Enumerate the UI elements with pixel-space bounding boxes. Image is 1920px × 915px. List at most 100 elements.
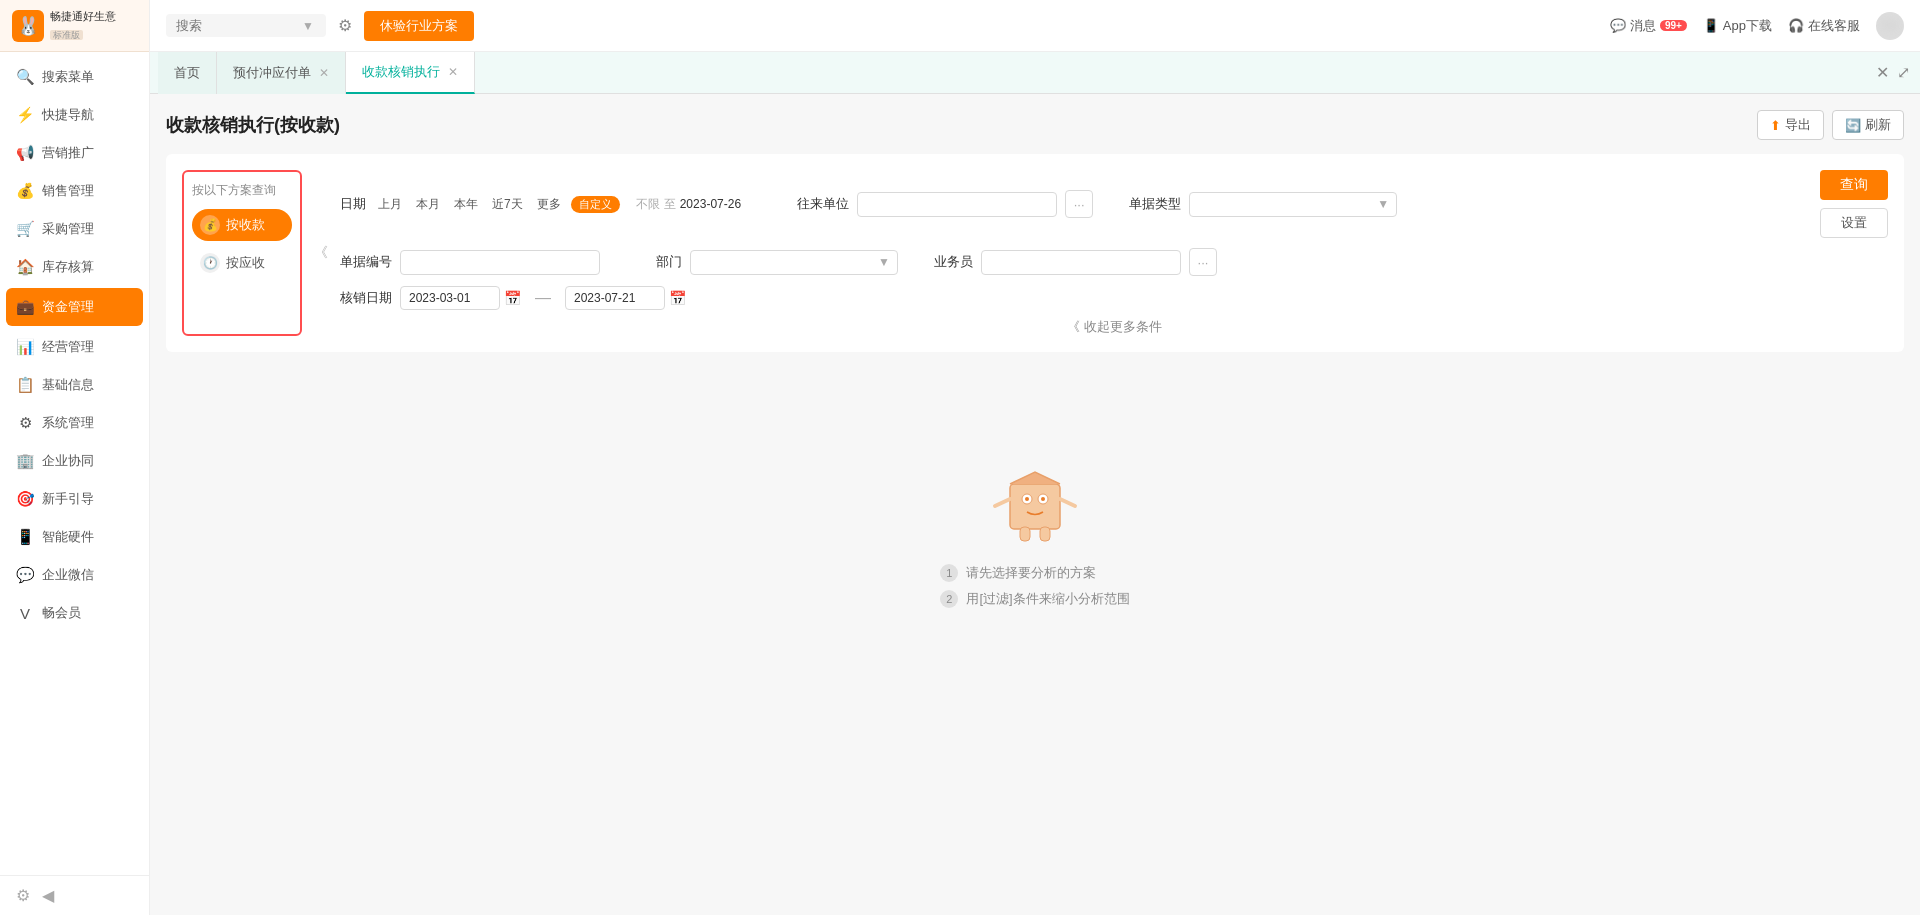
member-icon: V [16, 604, 34, 622]
svg-line-6 [1060, 499, 1075, 506]
sidebar-item-guide[interactable]: 🎯新手引导 [0, 480, 149, 518]
logo-icon: 🐰 [12, 10, 44, 42]
guide-icon: 🎯 [16, 490, 34, 508]
sidebar-item-basic-info[interactable]: 📋基础信息 [0, 366, 149, 404]
header-actions: ⬆ 导出 🔄 刷新 [1757, 110, 1904, 140]
filter-receipt-label: 按收款 [226, 216, 265, 234]
sidebar-item-marketing[interactable]: 📢 营销推广 [0, 134, 149, 172]
search-input[interactable] [176, 18, 296, 33]
smart-hw-icon: 📱 [16, 528, 34, 546]
tab-expand-btn[interactable]: ⤢ [1897, 63, 1910, 82]
dept-label: 部门 [656, 253, 682, 271]
content-area: 收款核销执行(按收款) ⬆ 导出 🔄 刷新 按以下方案查询 [150, 94, 1920, 915]
sidebar-item-quick-nav[interactable]: ⚡快捷导航 [0, 96, 149, 134]
staff-field: 业务员 ··· [934, 248, 1217, 276]
filter-option-by-receivable[interactable]: 🕐 按应收 [192, 247, 292, 279]
date-more-btn[interactable]: 更多 [533, 194, 565, 215]
export-label: 导出 [1785, 116, 1811, 134]
sidebar-item-member[interactable]: V畅会员 [0, 594, 149, 632]
marketing-icon: 📢 [16, 144, 34, 162]
user-avatar[interactable]: Rit [1876, 12, 1904, 40]
dept-input[interactable] [690, 250, 898, 275]
collapse-footer-icon[interactable]: ◀ [42, 886, 54, 905]
tabbar-right: ✕ ⤢ [1876, 63, 1920, 82]
staff-more-btn[interactable]: ··· [1189, 248, 1217, 276]
tab-prepay-conflict[interactable]: 预付冲应付单 ✕ [217, 52, 346, 94]
sidebar-item-system[interactable]: ⚙系统管理 [0, 404, 149, 442]
sidebar-item-finance[interactable]: 💼资金管理 [6, 288, 143, 326]
counterpart-more-btn[interactable]: ··· [1065, 190, 1093, 218]
sidebar-footer: ⚙ ◀ [0, 875, 149, 915]
date-last-month-btn[interactable]: 上月 [374, 194, 406, 215]
app-download-link[interactable]: 📱 App下载 [1703, 17, 1772, 35]
verify-date-end-cal-icon[interactable]: 📅 [669, 290, 686, 306]
sidebar-item-business[interactable]: 📊经营管理 [0, 328, 149, 366]
svg-point-3 [1025, 497, 1029, 501]
empty-tips: 1 请先选择要分析的方案 2 用[过滤]条件来缩小分析范围 [940, 564, 1129, 608]
enterprise-icon: 🏢 [16, 452, 34, 470]
refresh-btn[interactable]: 🔄 刷新 [1832, 110, 1904, 140]
notification-label: 消息 [1630, 17, 1656, 35]
date-this-month-btn[interactable]: 本月 [412, 194, 444, 215]
counterpart-input[interactable] [857, 192, 1057, 217]
search-chevron-icon: ▼ [302, 19, 314, 33]
industry-btn[interactable]: 休验行业方案 [364, 11, 474, 41]
sidebar-label-wechat-work: 企业微信 [42, 566, 94, 584]
svg-rect-0 [1010, 484, 1060, 529]
sidebar-item-smart-hw[interactable]: 📱智能硬件 [0, 518, 149, 556]
sidebar-item-sales[interactable]: 💰销售管理 [0, 172, 149, 210]
page-title: 收款核销执行(按收款) [166, 113, 340, 137]
tab-receivable-label: 收款核销执行 [362, 63, 440, 81]
staff-input[interactable] [981, 250, 1181, 275]
date-shortcuts: 上月 本月 本年 近7天 更多 自定义 [374, 194, 620, 215]
sidebar-label-search: 搜索菜单 [42, 68, 94, 86]
date-7days-btn[interactable]: 近7天 [488, 194, 527, 215]
search-group[interactable]: ▼ [166, 14, 326, 37]
gear-icon[interactable]: ⚙ [338, 16, 352, 35]
filter-option-by-receipt[interactable]: 💰 按收款 [192, 209, 292, 241]
filter-sidebar-title: 按以下方案查询 [192, 182, 292, 199]
collapse-filter-btn[interactable]: 《 [310, 170, 332, 336]
headset-icon: 🎧 [1788, 18, 1804, 33]
app-download-label: App下载 [1723, 17, 1772, 35]
quick-nav-icon: ⚡ [16, 106, 34, 124]
settings-btn[interactable]: 设置 [1820, 208, 1888, 238]
settings-footer-icon[interactable]: ⚙ [16, 886, 30, 905]
wechat-work-icon: 💬 [16, 566, 34, 584]
sidebar-label-marketing: 营销推广 [42, 144, 94, 162]
tab-receivable-close-icon[interactable]: ✕ [448, 65, 458, 79]
tab-close-all-btn[interactable]: ✕ [1876, 63, 1889, 82]
tab-home[interactable]: 首页 [158, 52, 217, 94]
sidebar-label-system: 系统管理 [42, 414, 94, 432]
verify-date-start-cal-icon[interactable]: 📅 [504, 290, 521, 306]
date-field: 日期 上月 本月 本年 近7天 更多 自定义 不限 至 [340, 194, 741, 215]
verify-date-start-input[interactable] [400, 286, 500, 310]
logo-name: 畅捷通好生意 [50, 9, 116, 23]
collapse-more-btn[interactable]: 《 收起更多条件 [1067, 318, 1162, 336]
sidebar-item-purchase[interactable]: 🛒采购管理 [0, 210, 149, 248]
dept-field: 部门 ▼ [656, 250, 898, 275]
sidebar-item-enterprise[interactable]: 🏢企业协同 [0, 442, 149, 480]
date-custom-badge[interactable]: 自定义 [571, 196, 620, 213]
sidebar-item-inventory[interactable]: 🏠库存核算 [0, 248, 149, 286]
query-btn[interactable]: 查询 [1820, 170, 1888, 200]
online-service-link[interactable]: 🎧 在线客服 [1788, 17, 1860, 35]
bill-type-field: 单据类型 ▼ [1129, 192, 1397, 217]
empty-state: 1 请先选择要分析的方案 2 用[过滤]条件来缩小分析范围 [166, 364, 1904, 648]
tab-receivable-writeoff[interactable]: 收款核销执行 ✕ [346, 52, 475, 94]
sidebar-label-business: 经营管理 [42, 338, 94, 356]
receivable-icon: 🕐 [200, 253, 220, 273]
verify-date-end-input[interactable] [565, 286, 665, 310]
tip-num-2: 2 [940, 590, 958, 608]
sidebar-item-search[interactable]: 🔍 搜索菜单 [0, 58, 149, 96]
bill-no-input[interactable] [400, 250, 600, 275]
tab-prepay-close-icon[interactable]: ✕ [319, 66, 329, 80]
sidebar-item-wechat-work[interactable]: 💬 企业微信 [0, 556, 149, 594]
notification-btn[interactable]: 💬 消息 99+ [1610, 17, 1687, 35]
search-icon: 🔍 [16, 68, 34, 86]
bill-type-input[interactable] [1189, 192, 1397, 217]
sidebar-label-basic-info: 基础信息 [42, 376, 94, 394]
bill-no-field: 单据编号 [340, 250, 600, 275]
date-this-year-btn[interactable]: 本年 [450, 194, 482, 215]
export-btn[interactable]: ⬆ 导出 [1757, 110, 1824, 140]
